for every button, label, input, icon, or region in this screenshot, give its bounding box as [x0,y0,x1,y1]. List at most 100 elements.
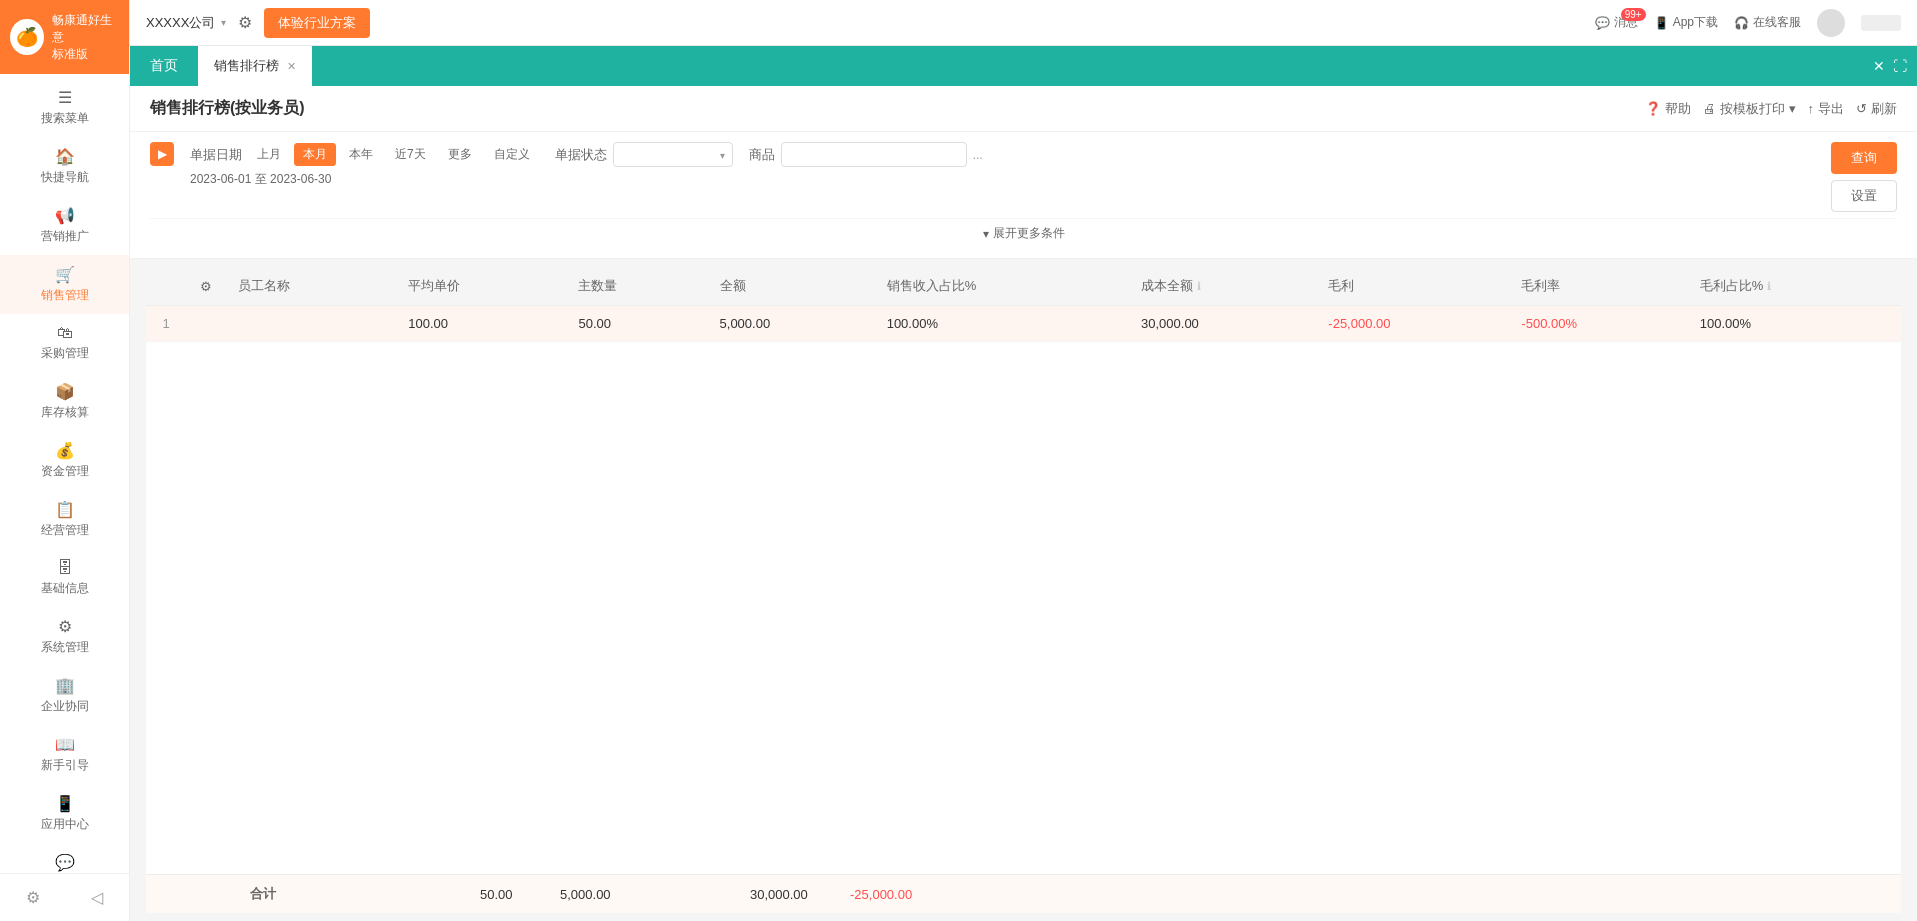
sidebar-label-search-order: 搜索菜单 [41,110,89,127]
cell-avg-price-0: 100.00 [396,306,566,342]
sidebar-item-sales[interactable]: 🛒销售管理 [0,255,129,314]
sidebar-item-finance[interactable]: 💰资金管理 [0,431,129,490]
sidebar-item-purchase[interactable]: 🛍采购管理 [0,314,129,372]
sidebar-item-system[interactable]: ⚙系统管理 [0,607,129,666]
message-btn[interactable]: 💬 消息 99+ [1595,14,1638,31]
message-icon: 💬 [1595,16,1610,30]
sidebar-item-guide[interactable]: 📖新手引导 [0,725,129,784]
status-select-wrap [613,142,733,167]
company-name: XXXXX公司 [146,14,215,32]
sidebar-icon-quick-nav: 🏠 [55,147,75,166]
date-quick-btn-本年[interactable]: 本年 [340,143,382,166]
cell-settings-0 [186,306,226,342]
sidebar-item-collab[interactable]: 🏢 企业协同 [0,666,129,725]
col-header-name: 员工名称 [226,267,396,306]
cell-name-0 [226,306,396,342]
query-button[interactable]: 查询 [1831,142,1897,174]
sidebar-icon-operations: 📋 [55,500,75,519]
app-download-icon: 📱 [1654,16,1669,30]
col-header-settings[interactable]: ⚙ [186,267,226,306]
table-footer: 合计 50.00 5,000.00 30,000.00 -25,000.00 [146,874,1901,913]
page-title: 销售排行榜(按业务员) [150,98,305,119]
help-btn[interactable]: ❓ 帮助 [1645,100,1691,118]
refresh-btn[interactable]: ↺ 刷新 [1856,100,1897,118]
date-quick-btn-自定义[interactable]: 自定义 [485,143,539,166]
topbar-settings-icon[interactable]: ⚙ [238,13,252,32]
status-filter-label: 单据状态 [555,146,607,164]
tab-home[interactable]: 首页 [130,46,198,86]
sidebar-settings-btn[interactable]: ⚙ [18,884,48,911]
cell-sales-pct-0: 100.00% [875,306,1129,342]
cell-cost-0: 30,000.00 [1129,306,1316,342]
goods-more-btn[interactable]: ... [973,148,983,162]
sidebar-icon-system: ⚙ [58,617,72,636]
sidebar-collapse-btn[interactable]: ◁ [83,884,111,911]
filter-row: ▶ 单据日期 上月本月本年近7天更多自定义 单据状态 [150,142,1897,212]
cost-info-icon[interactable]: ℹ [1197,280,1201,292]
sidebar-icon-wechat: 💬 [55,853,75,872]
sidebar: 🍊 畅康通好生意 标准版 ☰搜索菜单🏠快捷导航📢营销推广🛒销售管理🛍采购管理📦库… [0,0,130,921]
tab-sales-ranking[interactable]: 销售排行榜 ✕ [198,46,312,86]
sidebar-label-base-info: 基础信息 [41,580,89,597]
export-btn[interactable]: ↑ 导出 [1808,100,1845,118]
sidebar-item-search-order[interactable]: ☰ 搜索菜单 [0,78,129,137]
tab-close-icon[interactable]: ✕ [287,60,296,73]
sidebar-item-inventory[interactable]: 📦库存核算 [0,372,129,431]
footer-quantity: 50.00 [468,887,548,902]
sidebar-item-base-info[interactable]: 🗄基础信息 [0,549,129,607]
table-body: 1 100.00 50.00 5,000.00 100.00% 30,000.0… [146,306,1901,342]
settings-button[interactable]: 设置 [1831,180,1897,212]
sidebar-icon-app-center: 📱 [55,794,75,813]
expand-row: ▾ 展开更多条件 [150,218,1897,248]
tab-label: 销售排行榜 [214,57,279,75]
filter-expand-arrow[interactable]: ▶ [150,142,174,166]
sidebar-label-finance: 资金管理 [41,463,89,480]
date-quick-btn-上月[interactable]: 上月 [248,143,290,166]
sidebar-item-wechat[interactable]: 💬企业微信 [0,843,129,873]
tab-minimize-icon[interactable]: ✕ [1873,58,1885,74]
table-area: ⚙ 员工名称 平均单价 主数量 全额 销售收入占比% 成本全额 ℹ 毛利 毛利率… [146,267,1901,913]
print-icon: 🖨 [1703,101,1716,116]
logo-text: 畅康通好生意 标准版 [52,12,119,62]
gross-pct-info-icon[interactable]: ℹ [1767,280,1771,292]
sidebar-item-app-center[interactable]: 📱 应用中心 [0,784,129,843]
status-select[interactable] [613,142,733,167]
sidebar-label-collab: 企业协同 [41,698,89,715]
col-header-amount: 全额 [708,267,875,306]
footer-gross: -25,000.00 [838,887,938,902]
date-quick-btn-近7天[interactable]: 近7天 [386,143,435,166]
sidebar-icon-purchase: 🛍 [57,324,73,342]
sidebar-item-quick-nav[interactable]: 🏠快捷导航 [0,137,129,196]
col-header-avg-price: 平均单价 [396,267,566,306]
table-row: 1 100.00 50.00 5,000.00 100.00% 30,000.0… [146,306,1901,342]
sidebar-item-operations[interactable]: 📋经营管理 [0,490,129,549]
goods-input[interactable] [781,142,967,167]
online-service-btn[interactable]: 🎧 在线客服 [1734,14,1801,31]
date-quick-btn-更多[interactable]: 更多 [439,143,481,166]
tabbar-right: ✕ ⛶ [1873,58,1917,74]
expand-conditions-btn[interactable]: ▾ 展开更多条件 [983,225,1065,242]
filter-btn-group: 查询 设置 [1831,142,1897,212]
experience-button[interactable]: 体验行业方案 [264,8,370,38]
template-print-btn[interactable]: 🖨 按模板打印 ▾ [1703,100,1796,118]
cell-index-0: 1 [146,306,186,342]
date-range-text: 2023-06-01 至 2023-06-30 [190,172,331,186]
sidebar-label-app-center: 应用中心 [41,816,89,833]
sidebar-icon-marketing: 📢 [55,206,75,225]
sidebar-icon-collab: 🏢 [55,676,75,695]
user-avatar[interactable] [1817,9,1845,37]
col-header-cost: 成本全额 ℹ [1129,267,1316,306]
date-quick-btn-本月[interactable]: 本月 [294,143,336,166]
app-download-btn[interactable]: 📱 App下载 [1654,14,1718,31]
sidebar-label-marketing: 营销推广 [41,228,89,245]
filter-area: ▶ 单据日期 上月本月本年近7天更多自定义 单据状态 [130,132,1917,259]
cell-gross-rate-0: -500.00% [1509,306,1687,342]
topbar-right: 💬 消息 99+ 📱 App下载 🎧 在线客服 [1595,9,1901,37]
sidebar-item-marketing[interactable]: 📢 营销推广 [0,196,129,255]
cell-gross-pct-0: 100.00% [1688,306,1901,342]
tab-maximize-icon[interactable]: ⛶ [1893,58,1907,74]
company-selector[interactable]: XXXXX公司 ▾ [146,14,226,32]
sidebar-icon-search-order: ☰ [58,88,72,107]
sidebar-label-guide: 新手引导 [41,757,89,774]
template-chevron-icon: ▾ [1789,101,1796,116]
